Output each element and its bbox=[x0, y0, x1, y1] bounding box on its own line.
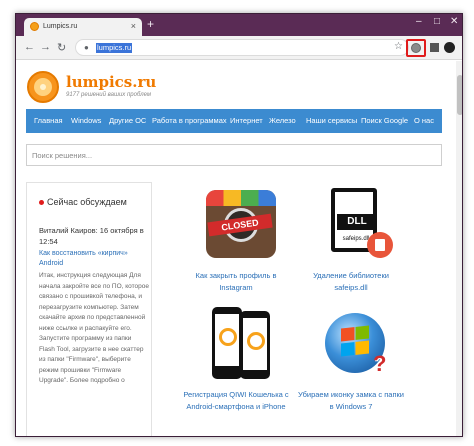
menu-item-home[interactable]: Главная bbox=[34, 116, 63, 125]
windows-logo-image[interactable]: ? bbox=[321, 307, 391, 379]
tab-title: Lumpics.ru bbox=[43, 23, 78, 30]
profile-avatar-icon[interactable] bbox=[444, 42, 455, 53]
article-title[interactable]: Как закрыть профиль в Instagram bbox=[181, 270, 291, 294]
article-title[interactable]: Убираем иконку замка с папки в Windows 7 bbox=[296, 389, 406, 413]
sidebar-heading: Сейчас обсуждаем bbox=[47, 197, 127, 207]
site-search bbox=[26, 144, 442, 166]
menu-item-other-os[interactable]: Другие ОС bbox=[109, 116, 146, 125]
new-tab-button[interactable]: + bbox=[147, 17, 154, 31]
article-card[interactable]: CLOSED Как закрыть профиль в Instagram bbox=[181, 188, 291, 298]
browser-toolbar: ← → ↻ ● lumpics.ru ☆ ⋮ bbox=[16, 36, 462, 60]
phone-screen bbox=[243, 318, 267, 370]
extension-icon[interactable] bbox=[411, 43, 421, 53]
android-phone-icon bbox=[212, 307, 242, 379]
phone-screen bbox=[215, 314, 239, 366]
camera-stripes bbox=[206, 190, 276, 206]
lock-icon: ● bbox=[84, 43, 89, 52]
trash-icon bbox=[375, 239, 385, 251]
logo-core bbox=[40, 84, 46, 90]
star-icon[interactable]: ☆ bbox=[394, 41, 403, 52]
maximize-button[interactable]: □ bbox=[434, 16, 440, 27]
forward-arrow-icon[interactable]: → bbox=[40, 41, 51, 53]
iphone-icon bbox=[240, 311, 270, 379]
closed-instagram-image[interactable]: CLOSED bbox=[206, 188, 276, 260]
article-card[interactable]: DLL safeips.dll Удаление библиотеки safe… bbox=[296, 188, 406, 298]
back-arrow-icon[interactable]: ← bbox=[24, 41, 35, 53]
browser-window: Lumpics.ru × + – □ ✕ ← → ↻ ● lumpics.ru … bbox=[15, 13, 463, 437]
menu-item-hardware[interactable]: Железо bbox=[269, 116, 296, 125]
favicon-icon bbox=[30, 22, 39, 31]
dll-tag: DLL bbox=[337, 214, 377, 230]
title-bar: Lumpics.ru × + – □ ✕ bbox=[16, 14, 462, 36]
scrollbar-thumb[interactable] bbox=[457, 75, 462, 115]
search-input[interactable] bbox=[32, 149, 432, 162]
discussion-sidebar: Сейчас обсуждаем Виталий Каиров: 16 октя… bbox=[26, 182, 152, 436]
windows-flag-icon bbox=[341, 325, 369, 357]
sidebar-heading-wrap: Сейчас обсуждаем bbox=[39, 197, 127, 207]
article-card[interactable]: Регистрация QIWI Кошелька с Android-смар… bbox=[181, 307, 291, 417]
article-card[interactable]: ? Убираем иконку замка с папки в Windows… bbox=[296, 307, 406, 417]
address-bar[interactable]: ● lumpics.ru ☆ bbox=[75, 39, 409, 56]
puzzle-extension-icon[interactable] bbox=[430, 43, 439, 52]
menu-item-programs[interactable]: Работа в программах bbox=[152, 116, 227, 125]
site-name[interactable]: lumpics.ru bbox=[66, 73, 156, 91]
article-title[interactable]: Удаление библиотеки safeips.dll bbox=[296, 270, 406, 294]
menu-item-services[interactable]: Наши сервисы bbox=[306, 116, 357, 125]
page-content: lumpics.ru 9177 решений ваших проблем Гл… bbox=[16, 61, 456, 436]
reload-icon[interactable]: ↻ bbox=[57, 41, 66, 54]
menu-item-google-search[interactable]: Поиск Google bbox=[361, 116, 408, 125]
site-tagline: 9177 решений ваших проблем bbox=[66, 92, 151, 98]
menu-item-windows[interactable]: Windows bbox=[71, 116, 101, 125]
comment-article-link[interactable]: Как восстановить «кирпич» Android bbox=[39, 249, 147, 269]
page-scrollbar[interactable] bbox=[456, 61, 462, 436]
minimize-button[interactable]: – bbox=[416, 16, 422, 27]
kebab-menu-icon[interactable]: ⋮ bbox=[458, 40, 462, 51]
tab-close-button[interactable]: × bbox=[131, 21, 136, 31]
site-logo-icon[interactable] bbox=[27, 71, 59, 103]
article-title[interactable]: Регистрация QIWI Кошелька с Android-смар… bbox=[181, 389, 291, 413]
close-window-button[interactable]: ✕ bbox=[450, 16, 458, 27]
live-dot-icon bbox=[39, 200, 44, 206]
comment-text: Итак, инструкция следующая Для начала за… bbox=[39, 272, 149, 384]
url-text[interactable]: lumpics.ru bbox=[96, 43, 133, 53]
site-menu: Главная Windows Другие ОС Работа в прогр… bbox=[26, 109, 442, 133]
delete-badge-icon bbox=[367, 232, 393, 258]
dll-file-image[interactable]: DLL safeips.dll bbox=[321, 188, 393, 260]
comment-author: Виталий Каиров: 16 октября в 12:54 bbox=[39, 226, 144, 246]
menu-item-internet[interactable]: Интернет bbox=[230, 116, 263, 125]
question-mark-icon: ? bbox=[373, 351, 387, 376]
menu-item-about[interactable]: О нас bbox=[414, 116, 434, 125]
qiwi-phones-image[interactable] bbox=[206, 307, 276, 379]
browser-tab[interactable]: Lumpics.ru × bbox=[24, 18, 142, 36]
extension-icon-highlight[interactable] bbox=[406, 39, 426, 57]
